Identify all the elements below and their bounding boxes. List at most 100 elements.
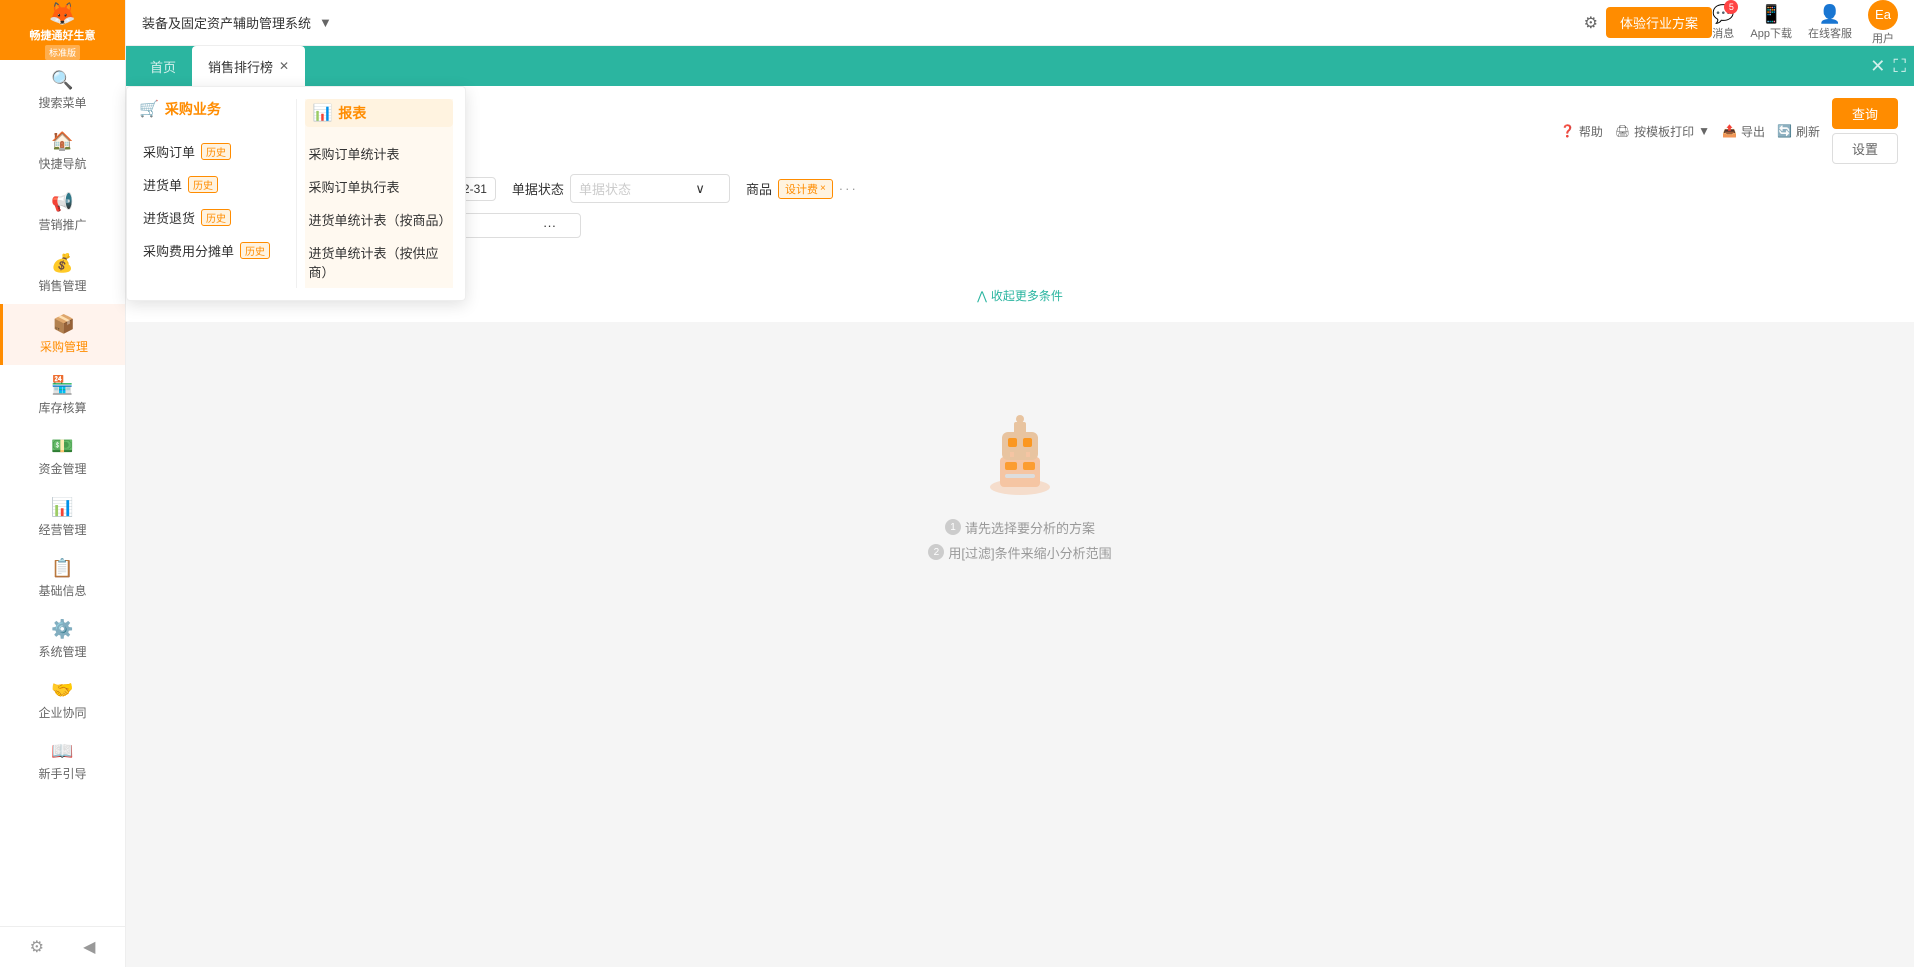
- sidebar-item-finance[interactable]: 💵 资金管理: [0, 426, 125, 487]
- purchase-order-label: 采购订单: [143, 142, 195, 161]
- refresh-action[interactable]: 🔄 刷新: [1777, 123, 1820, 140]
- inventory-icon: 🏪: [51, 375, 73, 396]
- voucher-status-chevron: ∨: [695, 181, 705, 197]
- sidebar-item-label: 销售管理: [38, 277, 86, 294]
- tab-sales-rank-label: 销售排行榜: [208, 57, 273, 76]
- sidebar-item-quick-nav[interactable]: 🏠 快捷导航: [0, 121, 125, 182]
- order-stats-label: 采购订单统计表: [309, 144, 400, 163]
- sidebar-item-label: 库存核算: [38, 399, 86, 416]
- empty-robot-svg: [970, 402, 1070, 502]
- system-dropdown-icon[interactable]: ▼: [319, 15, 332, 30]
- goods-tag-close[interactable]: ×: [820, 183, 826, 194]
- help-icon: ❓: [1560, 124, 1575, 138]
- export-label: 导出: [1741, 123, 1765, 140]
- tab-home[interactable]: 首页: [134, 46, 192, 86]
- user-action[interactable]: Ea 用户: [1868, 0, 1898, 46]
- sidebar-collapse-btn[interactable]: ◀: [83, 937, 95, 957]
- goods-tag[interactable]: 设计费 ×: [778, 179, 833, 199]
- hint-num-1: 1: [945, 519, 961, 535]
- messages-label: 消息: [1712, 25, 1734, 41]
- sidebar-item-inventory[interactable]: 🏪 库存核算: [0, 365, 125, 426]
- goods-tag-text: 设计费: [785, 181, 818, 197]
- top-header: 装备及固定资产辅助管理系统 ▼ ⚙ 体验行业方案 💬 消息 5 📱 App下载: [126, 0, 1914, 46]
- menu-item-stock-return[interactable]: 进货退货 历史: [139, 201, 288, 234]
- sidebar-item-sales[interactable]: 💰 销售管理: [0, 243, 125, 304]
- menu-item-stock-stats-supplier[interactable]: 进货单统计表（按供应商）: [305, 236, 454, 288]
- online-service-action[interactable]: 👤 在线客服: [1808, 4, 1852, 41]
- settings-button[interactable]: 设置: [1832, 133, 1898, 164]
- avatar[interactable]: Ea: [1868, 0, 1898, 30]
- sidebar-item-label: 采购管理: [40, 338, 88, 355]
- search-icon: 🔍: [51, 70, 73, 91]
- export-action[interactable]: 📤 导出: [1722, 123, 1765, 140]
- sidebar-settings-btn[interactable]: ⚙: [30, 937, 44, 957]
- purchase-expense-history[interactable]: 历史: [240, 242, 270, 259]
- sidebar-item-search[interactable]: 🔍 搜索菜单: [0, 60, 125, 121]
- sidebar-item-label: 资金管理: [38, 460, 86, 477]
- empty-hint-2: 2 用[过滤]条件来缩小分析范围: [928, 543, 1111, 562]
- collapse-label: 收起更多条件: [991, 287, 1063, 304]
- voucher-status-select[interactable]: 单据状态 ∨: [570, 174, 730, 203]
- menu-item-order-stats[interactable]: 采购订单统计表: [305, 137, 454, 170]
- dropdown-cols: 🛒 采购业务 采购订单 历史 进货单 历史 进货退货 历史 采购费用分摊单 历史: [139, 99, 453, 288]
- tab-close-icon[interactable]: ✕: [279, 59, 289, 73]
- sidebar-item-operations[interactable]: 📊 经营管理: [0, 487, 125, 548]
- stock-return-history[interactable]: 历史: [201, 209, 231, 226]
- sidebar-item-label: 快捷导航: [38, 155, 86, 172]
- print-action[interactable]: 🖨 按模板打印 ▼: [1615, 123, 1710, 140]
- menu-item-order-exec[interactable]: 采购订单执行表: [305, 170, 454, 203]
- menu-item-purchase-expense[interactable]: 采购费用分摊单 历史: [139, 234, 288, 267]
- menu-item-stock-stats-goods[interactable]: 进货单统计表（按商品）: [305, 203, 454, 236]
- empty-state-image: [970, 402, 1070, 502]
- hint-num-2: 2: [928, 544, 944, 560]
- sidebar-item-enterprise[interactable]: 🤝 企业协同: [0, 670, 125, 731]
- query-button[interactable]: 查询: [1832, 98, 1898, 129]
- help-action[interactable]: ❓ 帮助: [1560, 123, 1603, 140]
- system-title-text: 装备及固定资产辅助管理系统: [142, 13, 311, 32]
- empty-state: 1 请先选择要分析的方案 2 用[过滤]条件来缩小分析范围: [126, 322, 1914, 648]
- hint-text-2: 用[过滤]条件来缩小分析范围: [948, 543, 1111, 562]
- sidebar-item-basic[interactable]: 📋 基础信息: [0, 548, 125, 609]
- stock-in-history[interactable]: 历史: [188, 176, 218, 193]
- tab-bar: 首页 销售排行榜 ✕ ✕ ⛶: [126, 46, 1914, 86]
- online-service-label: 在线客服: [1808, 25, 1852, 41]
- purchase-col: 🛒 采购业务 采购订单 历史 进货单 历史 进货退货 历史 采购费用分摊单 历史: [139, 99, 288, 288]
- service-icon: 👤: [1819, 4, 1841, 25]
- user-label: 用户: [1872, 30, 1894, 46]
- order-exec-label: 采购订单执行表: [309, 177, 400, 196]
- sidebar-item-guide[interactable]: 📖 新手引导: [0, 731, 125, 792]
- export-icon: 📤: [1722, 124, 1737, 138]
- salesperson-chevron: ···: [543, 218, 556, 233]
- purchase-icon: 📦: [53, 314, 75, 335]
- print-label: 按模板打印: [1634, 123, 1694, 140]
- voucher-status-filter: 单据状态 单据状态 ∨: [512, 174, 730, 203]
- refresh-icon: 🔄: [1777, 124, 1792, 138]
- tab-close-all-icon[interactable]: ✕: [1870, 56, 1885, 77]
- stock-stats-goods-label: 进货单统计表（按商品）: [309, 210, 450, 229]
- sidebar-nav: 🔍 搜索菜单 🏠 快捷导航 📢 营销推广 💰 销售管理 📦 采购管理: [0, 60, 125, 926]
- sidebar-item-system[interactable]: ⚙️ 系统管理: [0, 609, 125, 670]
- purchase-order-history[interactable]: 历史: [201, 143, 231, 160]
- purchase-dropdown-menu: 🛒 采购业务 采购订单 历史 进货单 历史 进货退货 历史 采购费用分摊单 历史: [126, 86, 466, 301]
- menu-item-purchase-order[interactable]: 采购订单 历史: [139, 135, 288, 168]
- enterprise-icon: 🤝: [51, 680, 73, 701]
- app-download-action[interactable]: 📱 App下载: [1750, 4, 1792, 41]
- tab-sales-rank[interactable]: 销售排行榜 ✕: [192, 46, 305, 86]
- phone-icon: 📱: [1760, 4, 1782, 25]
- sidebar-item-purchase[interactable]: 📦 采购管理: [0, 304, 125, 365]
- report-col-title: 📊 报表: [305, 99, 454, 127]
- tab-expand-icon[interactable]: ⛶: [1893, 56, 1906, 77]
- industry-btn[interactable]: 体验行业方案: [1606, 7, 1712, 38]
- goods-filter-dots[interactable]: ···: [839, 181, 858, 196]
- header-right: 💬 消息 5 📱 App下载 👤 在线客服 Ea: [1712, 0, 1898, 46]
- sidebar-item-marketing[interactable]: 📢 营销推广: [0, 182, 125, 243]
- purchase-col-title: 🛒 采购业务: [139, 99, 288, 125]
- purchase-col-label: 采购业务: [165, 99, 221, 119]
- voucher-status-label: 单据状态: [512, 179, 564, 198]
- messages-action[interactable]: 💬 消息 5: [1712, 4, 1734, 41]
- settings-icon[interactable]: ⚙: [1584, 13, 1598, 33]
- menu-item-stock-in[interactable]: 进货单 历史: [139, 168, 288, 201]
- finance-icon: 💵: [51, 436, 73, 457]
- tab-actions: ✕ ⛶: [1870, 56, 1906, 77]
- sidebar: 🦊 畅捷通好生意 标准版 🔍 搜索菜单 🏠 快捷导航 📢 营销推广 💰: [0, 0, 126, 967]
